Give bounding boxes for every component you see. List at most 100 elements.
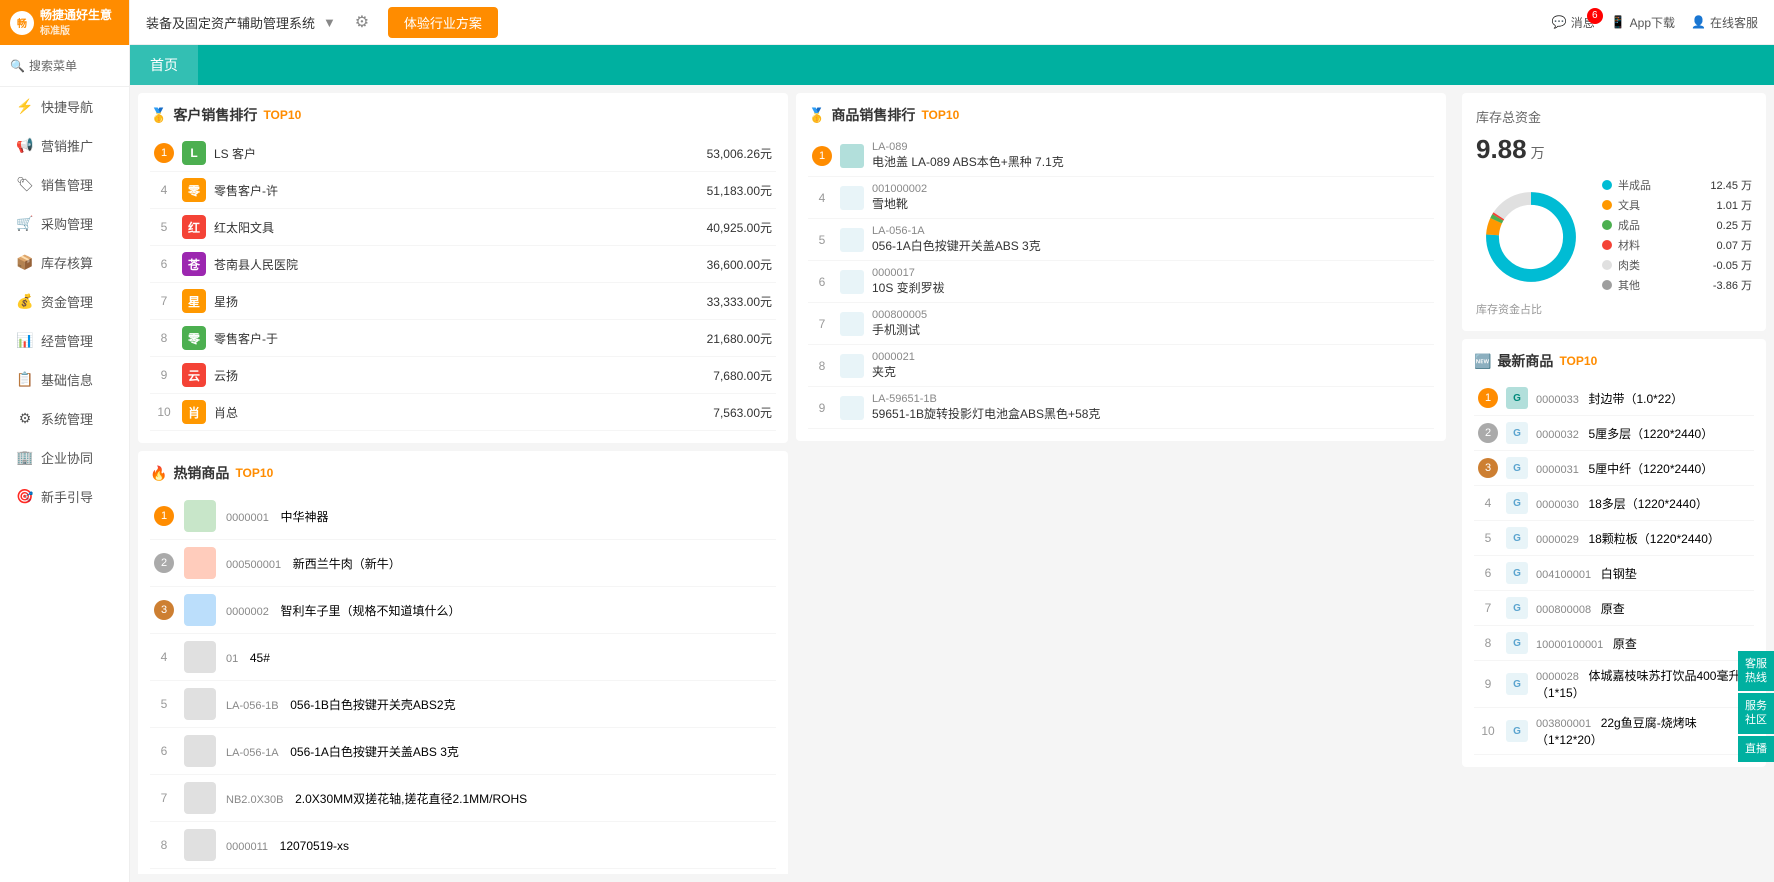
avatar: 云	[182, 363, 206, 387]
app-label: App下载	[1630, 14, 1675, 31]
new-products-badge: TOP10	[1559, 354, 1597, 368]
customer-name: 肖总	[214, 404, 705, 421]
product-code: LA-056-1A	[226, 747, 279, 759]
legend-value: 0.07 万	[1717, 237, 1752, 253]
trial-btn[interactable]: 体验行业方案	[388, 7, 498, 38]
rank-number: 8	[1478, 636, 1498, 650]
product-code: 003800001	[1536, 718, 1591, 730]
product-info: 0000002 智利车子里（规格不知道填什么）	[226, 602, 772, 619]
product-info: 0000011 12070519-xs	[226, 838, 772, 853]
legend-value: -3.86 万	[1713, 277, 1752, 293]
rank-number: 5	[154, 697, 174, 711]
table-row: 8 0000011 12070519-xs	[150, 822, 776, 869]
cs-live-button[interactable]: 直播	[1738, 736, 1774, 762]
rank-number: 6	[154, 257, 174, 271]
inventory-title-label: 库存总资金	[1476, 107, 1541, 126]
inventory-card: 库存总资金 9.88 万	[1462, 93, 1766, 331]
sidebar-search-area: 🔍 搜索菜单	[0, 45, 129, 87]
product-code: 000800008	[1536, 604, 1591, 616]
product-name: 手机测试	[872, 321, 1430, 338]
table-row: 6 0000017 10S 变刹罗祓	[808, 261, 1434, 303]
hot-products-title: 🔥 热销商品 TOP10	[150, 463, 776, 483]
product-code: 0000029	[1536, 534, 1579, 546]
product-code: 0000002	[226, 606, 269, 618]
table-row: 5 LA-056-1B 056-1B白色按键开关壳ABS2克	[150, 681, 776, 728]
sidebar-item-label: 基础信息	[41, 370, 93, 389]
rank-number: 7	[154, 294, 174, 308]
product-info: 0000001 中华神器	[226, 508, 772, 525]
logo-icon: 畅	[10, 11, 34, 35]
avatar: 肖	[182, 400, 206, 424]
product-name: 封边带（1.0*22）	[1588, 392, 1683, 406]
cs-community-button[interactable]: 服务社区	[1738, 693, 1774, 734]
customer-amount: 51,183.00元	[707, 182, 772, 199]
sidebar-item-basic[interactable]: 📋 基础信息	[0, 360, 129, 399]
product-info: 01 45#	[226, 650, 772, 665]
avatar: 红	[182, 215, 206, 239]
app-download-button[interactable]: 📱 App下载	[1611, 14, 1675, 31]
rank-number: 8	[154, 331, 174, 345]
donut-chart-wrapper: 半成品 12.45 万 文具 1.01 万 成品 0.25 万	[1476, 177, 1752, 297]
legend-item-semifinished: 半成品 12.45 万	[1602, 177, 1752, 193]
sidebar-item-finance[interactable]: 💰 资金管理	[0, 282, 129, 321]
rank-number: 9	[1478, 677, 1498, 691]
sidebar-item-quick[interactable]: ⚡ 快捷导航	[0, 87, 129, 126]
rank-number: 4	[812, 191, 832, 205]
sidebar-item-system[interactable]: ⚙ 系统管理	[0, 399, 129, 438]
product-code: 0000011	[226, 841, 268, 853]
customer-amount: 40,925.00元	[707, 219, 772, 236]
product-code: 0000021	[872, 351, 1430, 363]
sales-icon: 🏷	[17, 177, 33, 193]
product-name: 056-1A白色按键开关盖ABS 3克	[872, 237, 1430, 254]
right-panel: 库存总资金 9.88 万	[1454, 85, 1774, 882]
legend-item-other: 其他 -3.86 万	[1602, 277, 1752, 293]
hot-products-table: 1 0000001 中华神器 2 000500001	[150, 493, 776, 874]
rank-number: 4	[154, 650, 174, 664]
sidebar-item-marketing[interactable]: 📢 营销推广	[0, 126, 129, 165]
table-row: 4 零 零售客户-许 51,183.00元	[150, 172, 776, 209]
customer-ranking-table: 1 L LS 客户 53,006.26元 4 零 零售客户-许 51,183.0…	[150, 135, 776, 431]
sidebar-item-sales[interactable]: 🏷 销售管理	[0, 165, 129, 204]
rank-number: 7	[154, 791, 174, 805]
legend-label-text: 成品	[1618, 217, 1711, 233]
rank-number: 5	[812, 233, 832, 247]
sidebar-item-guide[interactable]: 🎯 新手引导	[0, 477, 129, 516]
sidebar-nav: ⚡ 快捷导航 📢 营销推广 🏷 销售管理 🛒 采购管理 📦 库存核算 💰 资金管…	[0, 87, 129, 882]
online-service-button[interactable]: 👤 在线客服	[1691, 14, 1758, 31]
sidebar-item-company[interactable]: 🏢 企业协同	[0, 438, 129, 477]
cs-hotline-button[interactable]: 客服热线	[1738, 651, 1774, 692]
table-row: 5 LA-056-1A 056-1A白色按键开关盖ABS 3克	[808, 219, 1434, 261]
sidebar-item-purchase[interactable]: 🛒 采购管理	[0, 204, 129, 243]
operation-icon: 📊	[17, 333, 33, 349]
subnav-home[interactable]: 首页	[130, 45, 198, 85]
legend-color-dot	[1602, 180, 1612, 190]
product-code: LA-089	[872, 141, 1430, 153]
message-badge: 6	[1587, 8, 1603, 24]
table-row: 10 肖 肖总 7,563.00元	[150, 394, 776, 431]
product-image	[184, 641, 216, 673]
rank-number: 4	[154, 183, 174, 197]
table-row: 4 01 45#	[150, 634, 776, 681]
customer-amount: 21,680.00元	[707, 330, 772, 347]
logo-sub: 标准版	[40, 22, 112, 37]
rank-number: 1	[812, 146, 832, 166]
message-button[interactable]: 💬 消息 6	[1552, 14, 1595, 31]
guide-icon: 🎯	[17, 489, 33, 505]
product-code: LA-59651-1B	[872, 393, 1430, 405]
customer-ranking-title: 🥇 客户销售排行 TOP10	[150, 105, 776, 125]
system-selector[interactable]: 装备及固定资产辅助管理系统 ▼	[146, 13, 336, 32]
sidebar-item-operation[interactable]: 📊 经营管理	[0, 321, 129, 360]
rank-number: 2	[154, 553, 174, 573]
search-menu-button[interactable]: 🔍 搜索菜单	[10, 53, 119, 78]
customer-amount: 53,006.26元	[707, 145, 772, 162]
product-ranking-title: 🥇 商品销售排行 TOP10	[808, 105, 1434, 125]
main-area: 装备及固定资产辅助管理系统 ▼ ⚙ 体验行业方案 💬 消息 6 📱 App下载 …	[130, 0, 1774, 882]
table-row: 9 KK-SD22110H 花语萌恒温分罐罐袋（厚款）	[150, 869, 776, 874]
product-name: 夹克	[872, 363, 1430, 380]
customer-top10-badge: TOP10	[263, 108, 301, 122]
table-row: 8 0000021 夹克	[808, 345, 1434, 387]
legend-label-text: 其他	[1618, 277, 1707, 293]
settings-button[interactable]: ⚙	[348, 8, 376, 36]
sidebar-item-inventory[interactable]: 📦 库存核算	[0, 243, 129, 282]
subnav: 首页	[130, 45, 1774, 85]
